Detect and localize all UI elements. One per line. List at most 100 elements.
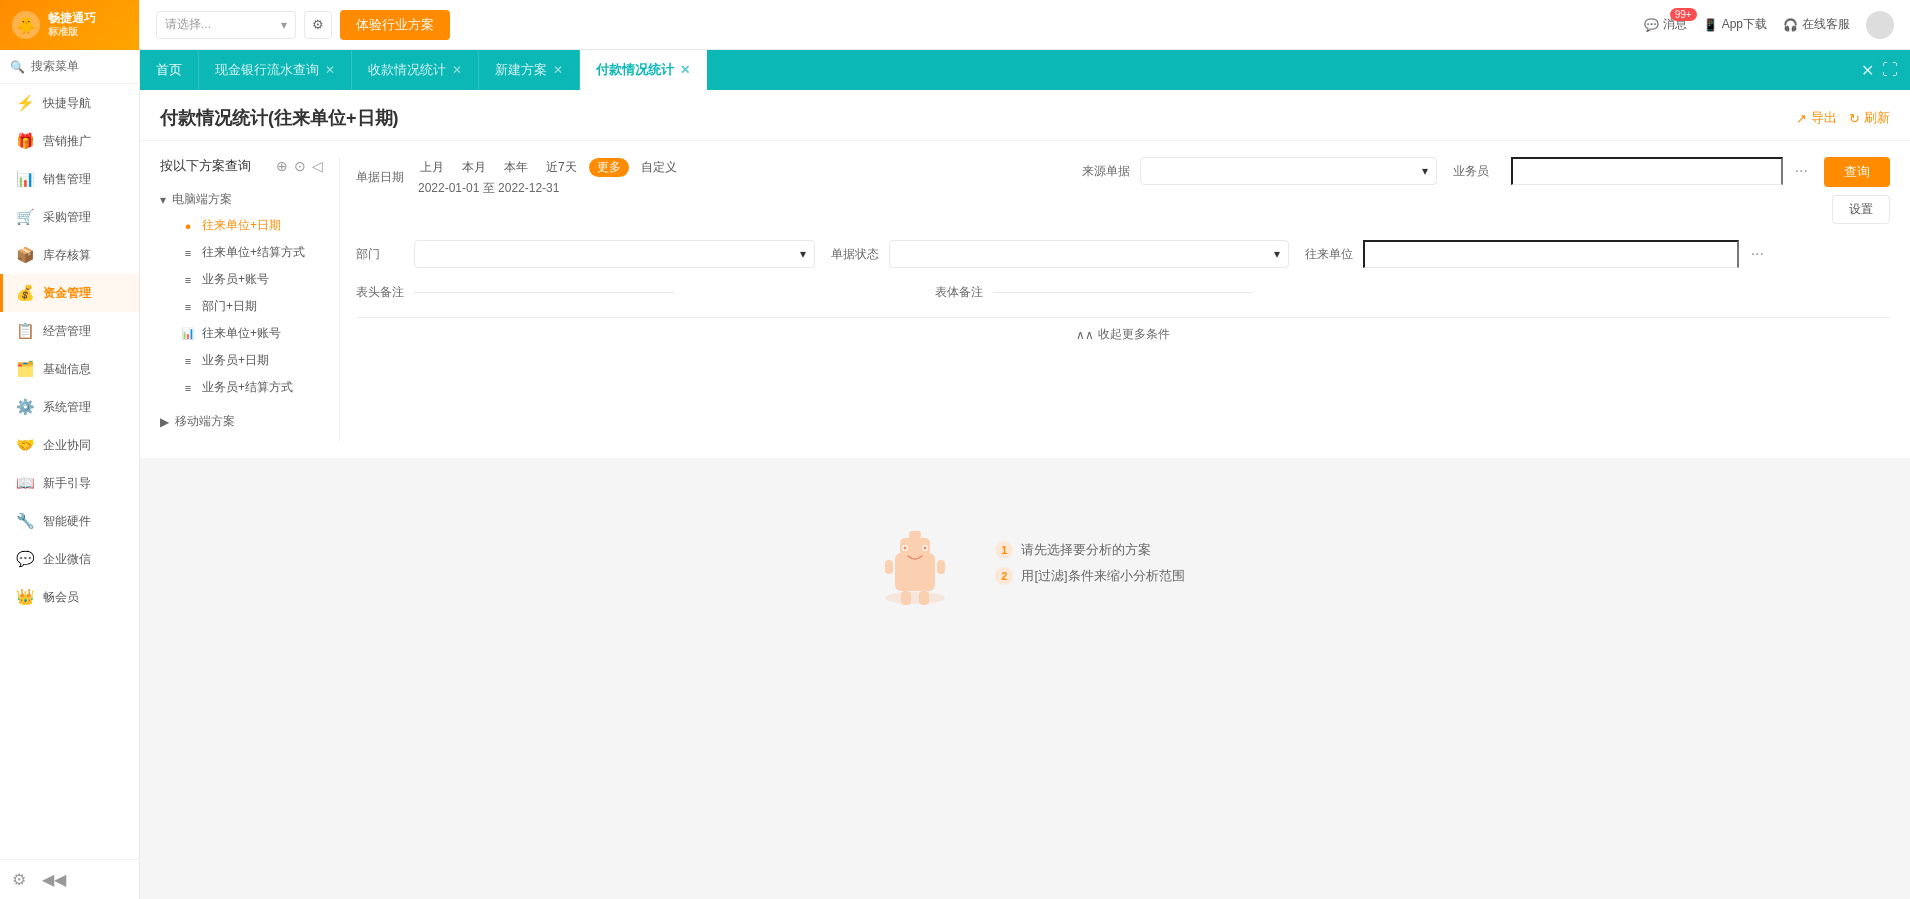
sidebar-item-enterprise[interactable]: 🤝 企业协同 (0, 426, 139, 464)
sidebar-item-quick-nav[interactable]: ⚡ 快捷导航 (0, 84, 139, 122)
sidebar-item-finance[interactable]: 💰 资金管理 (0, 274, 139, 312)
tab-new-scheme-close-icon[interactable]: ✕ (553, 63, 563, 77)
top-header: 请选择... ▾ ⚙ 体验行业方案 💬 消息 99+ 📱 App下载 🎧 在线客… (140, 0, 1910, 50)
svg-rect-10 (901, 591, 911, 605)
dept-field: 部门 ▾ (356, 240, 815, 268)
message-icon: 💬 (1644, 18, 1659, 32)
export-button[interactable]: ↗ 导出 (1796, 109, 1837, 127)
desktop-scheme-group: ▾ 电脑端方案 ● 往来单位+日期 ≡ 往来单位+结算方式 ≡ 业务员+账号 (160, 187, 323, 401)
page-title: 付款情况统计(往来单位+日期) (160, 106, 399, 130)
settings-small-button[interactable]: 设置 (1832, 195, 1890, 224)
date-opt-this-year[interactable]: 本年 (498, 157, 534, 178)
scheme-item-staff-date[interactable]: ≡ 业务员+日期 (160, 347, 323, 374)
tab-expand-icon[interactable]: ⛶ (1882, 61, 1898, 79)
salesperson-input[interactable] (1511, 157, 1783, 185)
sidebar-item-marketing[interactable]: 🎁 营销推广 (0, 122, 139, 160)
scheme-list-title: 按以下方案查询 (160, 157, 251, 175)
tab-receipts[interactable]: 收款情况统计 ✕ (352, 50, 479, 90)
doc-status-field: 单据状态 ▾ (831, 240, 1290, 268)
tab-payments-close-icon[interactable]: ✕ (680, 63, 690, 77)
tab-receipts-close-icon[interactable]: ✕ (452, 63, 462, 77)
related-unit-input[interactable] (1363, 240, 1738, 268)
sidebar-item-purchase[interactable]: 🛒 采购管理 (0, 198, 139, 236)
salesperson-label: 业务员 (1453, 163, 1503, 180)
app-download-button[interactable]: 📱 App下载 (1703, 16, 1767, 33)
date-opt-7days[interactable]: 近7天 (540, 157, 583, 178)
page-actions: ↗ 导出 ↻ 刷新 (1796, 109, 1890, 127)
user-avatar[interactable] (1866, 11, 1894, 39)
try-industry-button[interactable]: 体验行业方案 (340, 10, 450, 40)
collapse-up-icon: ∧∧ (1076, 328, 1094, 342)
desktop-group-title[interactable]: ▾ 电脑端方案 (160, 187, 323, 212)
scheme-icon: ≡ (180, 301, 196, 313)
salesperson-more-icon[interactable]: ··· (1795, 162, 1808, 180)
sidebar-item-sales[interactable]: 📊 销售管理 (0, 160, 139, 198)
app-name: 畅捷通巧 (48, 11, 96, 25)
sidebar-item-guide[interactable]: 📖 新手引导 (0, 464, 139, 502)
sidebar-item-operation[interactable]: 📋 经营管理 (0, 312, 139, 350)
source-doc-select[interactable]: ▾ (1140, 157, 1437, 185)
settings-scheme-icon[interactable]: ⊙ (294, 158, 306, 174)
header-note-divider (414, 292, 674, 293)
tab-payments-label: 付款情况统计 (596, 61, 674, 79)
svg-rect-11 (919, 591, 929, 605)
svg-point-0 (885, 592, 945, 604)
empty-tip-2: 2 用[过滤]条件来缩小分析范围 (995, 567, 1184, 585)
tab-payments[interactable]: 付款情况统计 ✕ (580, 50, 707, 90)
date-opt-last-month[interactable]: 上月 (414, 157, 450, 178)
collapse-scheme-icon[interactable]: ◁ (312, 158, 323, 174)
tab-bank-close-icon[interactable]: ✕ (325, 63, 335, 77)
tab-bar: 首页 现金银行流水查询 ✕ 收款情况统计 ✕ 新建方案 ✕ 付款情况统计 ✕ ✕… (140, 50, 1910, 90)
sidebar-item-label: 企业微信 (43, 551, 91, 568)
query-button[interactable]: 查询 (1824, 157, 1890, 187)
footer-settings-icon[interactable]: ⚙ (12, 870, 26, 889)
date-opt-custom[interactable]: 自定义 (635, 157, 683, 178)
date-opt-this-month[interactable]: 本月 (456, 157, 492, 178)
scheme-item-unit-settle[interactable]: ≡ 往来单位+结算方式 (160, 239, 323, 266)
dept-select[interactable]: ▾ (414, 240, 815, 268)
query-btn-group: 查询 设置 (1824, 157, 1890, 224)
online-service-button[interactable]: 🎧 在线客服 (1783, 16, 1850, 33)
sidebar-item-label: 新手引导 (43, 475, 91, 492)
scheme-item-dept-date[interactable]: ≡ 部门+日期 (160, 293, 323, 320)
footer-collapse-icon[interactable]: ◀◀ (42, 870, 66, 889)
sidebar-item-hardware[interactable]: 🔧 智能硬件 (0, 502, 139, 540)
related-unit-more-icon[interactable]: ··· (1751, 245, 1764, 263)
scheme-item-staff-account[interactable]: ≡ 业务员+账号 (160, 266, 323, 293)
empty-tip-1: 1 请先选择要分析的方案 (995, 541, 1151, 559)
company-dropdown[interactable]: 请选择... ▾ (156, 11, 296, 39)
date-opt-more[interactable]: 更多 (589, 158, 629, 177)
sidebar-item-wechat[interactable]: 💬 企业微信 (0, 540, 139, 578)
tab-bank[interactable]: 现金银行流水查询 ✕ (199, 50, 352, 90)
add-scheme-icon[interactable]: ⊕ (276, 158, 288, 174)
tab-close-all-icon[interactable]: ✕ (1861, 61, 1874, 80)
doc-status-select[interactable]: ▾ (889, 240, 1290, 268)
scheme-item-label: 业务员+日期 (202, 352, 269, 369)
sidebar-item-inventory[interactable]: 📦 库存核算 (0, 236, 139, 274)
tab-receipts-label: 收款情况统计 (368, 61, 446, 79)
tab-new-scheme-label: 新建方案 (495, 61, 547, 79)
scheme-item-staff-settle[interactable]: ≡ 业务员+结算方式 (160, 374, 323, 401)
sidebar-item-basic[interactable]: 🗂️ 基础信息 (0, 350, 139, 388)
scheme-list-header: 按以下方案查询 ⊕ ⊙ ◁ (160, 157, 323, 175)
header-settings-button[interactable]: ⚙ (304, 11, 332, 39)
sidebar-item-vip[interactable]: 👑 畅会员 (0, 578, 139, 616)
basic-icon: 🗂️ (15, 360, 35, 378)
table-header-note-field: 表头备注 (356, 284, 919, 301)
mobile-group-title[interactable]: ▶ 移动端方案 (160, 409, 323, 434)
doc-date-field: 单据日期 上月 本月 本年 近7天 更多 自定义 2022-01-01 至 20… (356, 157, 1066, 197)
search-menu[interactable]: 🔍 搜索菜单 (0, 50, 139, 84)
tab-new-scheme[interactable]: 新建方案 ✕ (479, 50, 580, 90)
collapse-bar[interactable]: ∧∧ 收起更多条件 (356, 317, 1890, 351)
filter-row-3: 表头备注 表体备注 (356, 284, 1890, 301)
scheme-item-unit-date[interactable]: ● 往来单位+日期 (160, 212, 323, 239)
messages-button[interactable]: 💬 消息 99+ (1644, 16, 1687, 33)
scheme-item-unit-account[interactable]: 📊 往来单位+账号 (160, 320, 323, 347)
operation-icon: 📋 (15, 322, 35, 340)
app-logo: 🐥 畅捷通巧 标准版 (0, 0, 139, 50)
sidebar-item-system[interactable]: ⚙️ 系统管理 (0, 388, 139, 426)
tab-home[interactable]: 首页 (140, 50, 199, 90)
main-content: 请选择... ▾ ⚙ 体验行业方案 💬 消息 99+ 📱 App下载 🎧 在线客… (140, 0, 1910, 899)
gear-icon: ⚙ (312, 17, 324, 32)
refresh-button[interactable]: ↻ 刷新 (1849, 109, 1890, 127)
